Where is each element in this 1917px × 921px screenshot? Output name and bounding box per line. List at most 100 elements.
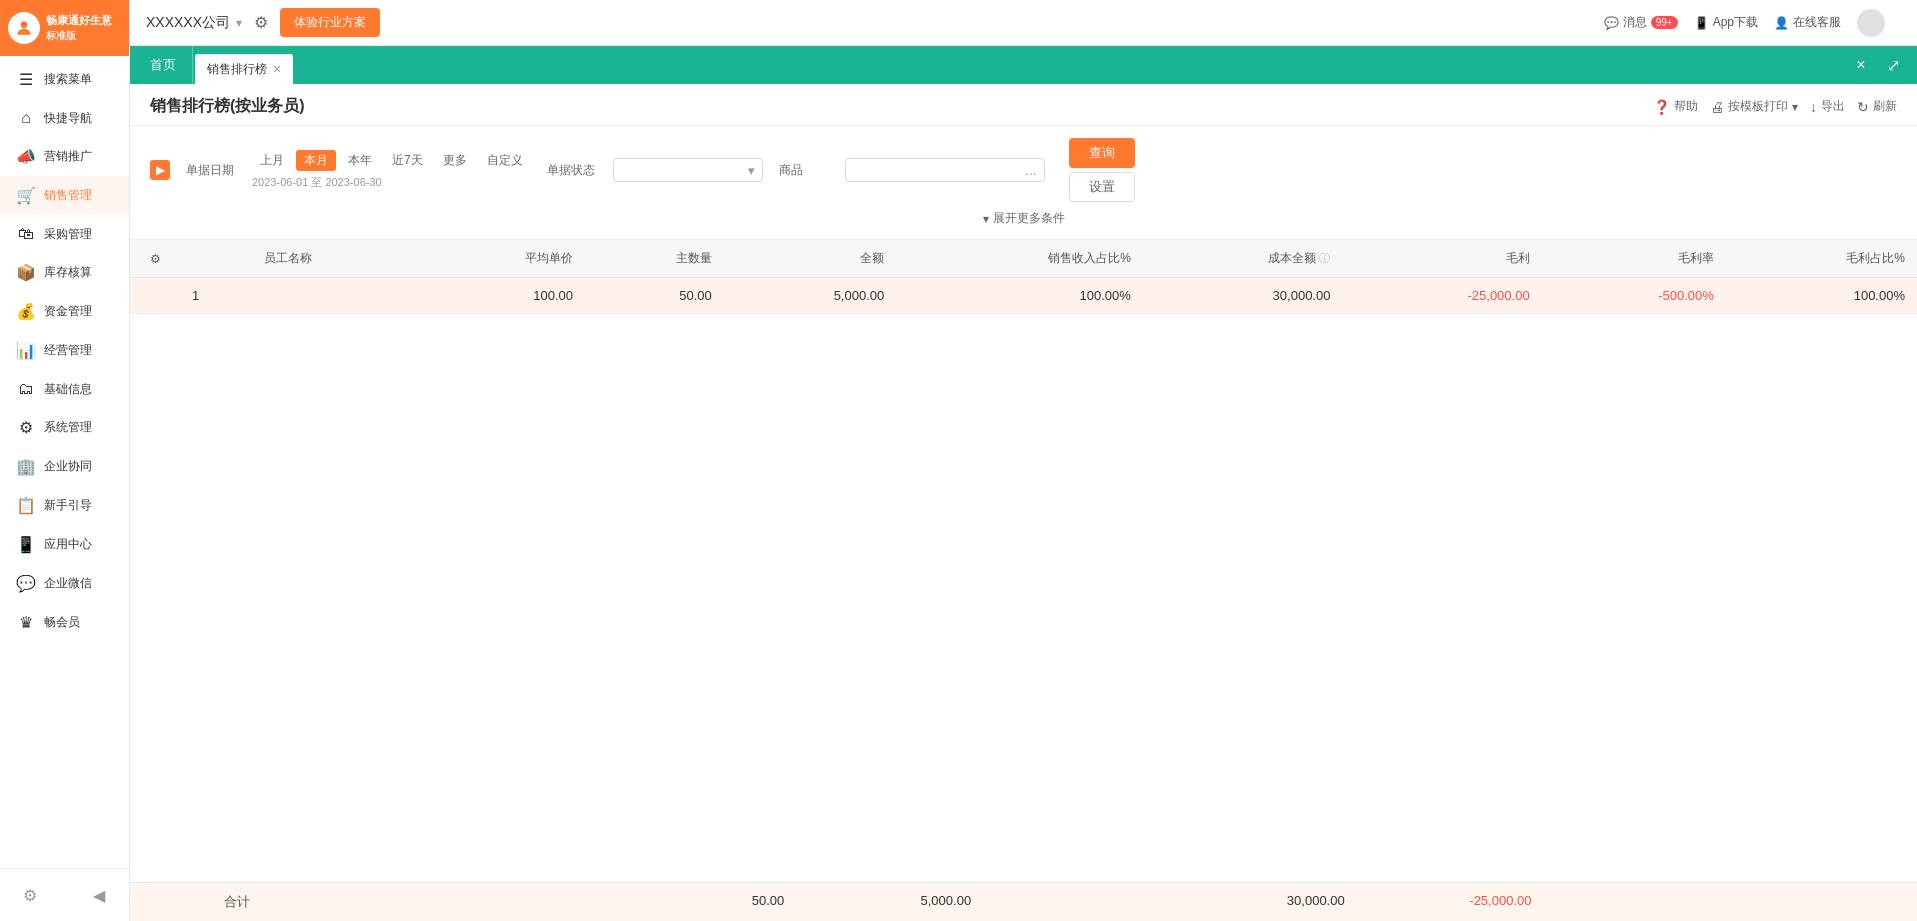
tab-sales-rank[interactable]: 销售排行榜 × xyxy=(195,54,293,84)
export-btn[interactable]: ↓ 导出 xyxy=(1810,98,1845,115)
sidebar-collapse-btn[interactable]: ◀ xyxy=(85,881,113,909)
print-btn[interactable]: 🖨 按模板打印 ▾ xyxy=(1710,98,1798,115)
cell-name xyxy=(252,278,418,314)
sidebar-settings-btn[interactable]: ⚙ xyxy=(16,881,44,909)
sidebar: 畅康通好生意 标准版 ☰ 搜索菜单 ⌂ 快捷导航 📣 营销推广 🛒 销售管理 🛍… xyxy=(0,0,130,921)
date-filter-group: 上月 本月 本年 近7天 更多 自定义 2023-06-01 至 2023-06… xyxy=(252,150,531,190)
footer-label: 合计 xyxy=(224,893,411,911)
cell-avg-price: 100.00 xyxy=(419,278,585,314)
print-dropdown-icon[interactable]: ▾ xyxy=(1792,100,1798,114)
purchase-icon: 🛍 xyxy=(16,225,36,243)
sidebar-item-guide[interactable]: 📋 新手引导 xyxy=(0,486,129,525)
settings-filter-button[interactable]: 设置 xyxy=(1069,172,1135,202)
footer-gross: -25,000.00 xyxy=(1345,893,1532,911)
tab-close-icon[interactable]: × xyxy=(273,62,281,76)
search-menu-icon: ☰ xyxy=(16,70,36,89)
cell-rank: 1 xyxy=(180,278,252,314)
marketing-icon: 📣 xyxy=(16,147,36,166)
sidebar-item-marketing[interactable]: 📣 营销推广 xyxy=(0,137,129,176)
tab-close-all-btn[interactable]: × xyxy=(1849,53,1873,77)
page-title: 销售排行榜(按业务员) xyxy=(150,96,305,117)
basic-icon: 🗂 xyxy=(16,380,36,398)
sidebar-item-appstore[interactable]: 📱 应用中心 xyxy=(0,525,129,564)
tab-expand-btn[interactable]: ⤢ xyxy=(1881,53,1905,77)
period-more-btn[interactable]: 更多 xyxy=(435,150,475,171)
period-year-btn[interactable]: 本年 xyxy=(340,150,380,171)
tab-home[interactable]: 首页 xyxy=(134,46,193,84)
company-name: XXXXXX公司 xyxy=(146,14,230,32)
table-row: 1 100.00 50.00 5,000.00 100.00% 30,000.0… xyxy=(130,278,1917,314)
sidebar-item-member[interactable]: ♛ 畅会员 xyxy=(0,603,129,642)
col-amount: 全额 xyxy=(724,240,896,278)
sales-icon: 🛒 xyxy=(16,186,36,205)
col-gross: 毛利 xyxy=(1342,240,1541,278)
app-download-btn[interactable]: 📱 App下载 xyxy=(1694,14,1758,31)
sidebar-item-basic[interactable]: 🗂 基础信息 xyxy=(0,370,129,408)
footer-main-qty: 50.00 xyxy=(598,893,785,911)
trial-button[interactable]: 体验行业方案 xyxy=(280,8,380,37)
tab-bar: 首页 销售排行榜 × × ⤢ xyxy=(130,46,1917,84)
col-cost-amount: 成本全额 ⓘ xyxy=(1143,240,1343,278)
sidebar-item-shortcut[interactable]: ⌂ 快捷导航 xyxy=(0,99,129,137)
management-icon: 📊 xyxy=(16,341,36,360)
cell-settings xyxy=(130,278,180,314)
download-icon: 📱 xyxy=(1694,16,1709,30)
sidebar-item-wechat[interactable]: 💬 企业微信 xyxy=(0,564,129,603)
guide-icon: 📋 xyxy=(16,496,36,515)
col-avg-price: 平均单价 xyxy=(419,240,585,278)
message-label: 消息 xyxy=(1623,14,1647,31)
col-sales-pct: 销售收入占比% xyxy=(896,240,1143,278)
cell-gross-pct: 100.00% xyxy=(1726,278,1917,314)
sidebar-item-management[interactable]: 📊 经营管理 xyxy=(0,331,129,370)
col-rank xyxy=(180,240,252,278)
cell-gross-rate: -500.00% xyxy=(1542,278,1726,314)
help-btn[interactable]: ❓ 帮助 xyxy=(1653,98,1698,115)
page-header-actions: ❓ 帮助 🖨 按模板打印 ▾ ↓ 导出 ↻ 刷新 xyxy=(1653,98,1897,115)
expand-toggle-btn[interactable]: ▶ xyxy=(150,160,170,180)
sidebar-item-search[interactable]: ☰ 搜索菜单 xyxy=(0,60,129,99)
col-settings[interactable]: ⚙ xyxy=(130,240,180,278)
query-button[interactable]: 查询 xyxy=(1069,138,1135,168)
capital-icon: 💰 xyxy=(16,302,36,321)
sidebar-item-capital[interactable]: 💰 资金管理 xyxy=(0,292,129,331)
footer-gross-rate xyxy=(1531,893,1718,911)
home-icon: ⌂ xyxy=(16,109,36,127)
page-content: 销售排行榜(按业务员) ❓ 帮助 🖨 按模板打印 ▾ ↓ 导出 xyxy=(130,84,1917,921)
sidebar-item-sales[interactable]: 🛒 销售管理 xyxy=(0,176,129,215)
footer-amount: 5,000.00 xyxy=(784,893,971,911)
refresh-btn[interactable]: ↻ 刷新 xyxy=(1857,98,1897,115)
filter-area: ▶ 单据日期 上月 本月 本年 近7天 更多 自定义 2023-06-01 至 … xyxy=(130,126,1917,240)
main-area: XXXXXX公司 ▾ ⚙ 体验行业方案 💬 消息 99+ 📱 App下载 👤 在… xyxy=(130,0,1917,921)
col-name: 员工名称 xyxy=(252,240,418,278)
refresh-icon: ↻ xyxy=(1857,99,1869,115)
filter-expand-btn[interactable]: ▾ 展开更多条件 xyxy=(150,210,1897,227)
user-avatar[interactable] xyxy=(1857,9,1885,37)
period-7days-btn[interactable]: 近7天 xyxy=(384,150,431,171)
filter-actions: 查询 设置 xyxy=(1069,138,1135,202)
col-gross-rate: 毛利率 xyxy=(1542,240,1726,278)
header-right: 💬 消息 99+ 📱 App下载 👤 在线客服 xyxy=(1604,9,1901,37)
page-header: 销售排行榜(按业务员) ❓ 帮助 🖨 按模板打印 ▾ ↓ 导出 xyxy=(130,84,1917,126)
goods-input[interactable] xyxy=(845,158,1045,182)
company-chevron: ▾ xyxy=(236,16,242,30)
sidebar-item-purchase[interactable]: 🛍 采购管理 xyxy=(0,215,129,253)
footer-avg-price xyxy=(411,893,598,911)
sidebar-item-enterprise[interactable]: 🏢 企业协同 xyxy=(0,447,129,486)
online-service-btn[interactable]: 👤 在线客服 xyxy=(1774,14,1841,31)
sidebar-item-inventory[interactable]: 📦 库存核算 xyxy=(0,253,129,292)
period-current-btn[interactable]: 本月 xyxy=(296,150,336,171)
company-selector[interactable]: XXXXXX公司 ▾ xyxy=(146,14,242,32)
status-select[interactable] xyxy=(613,158,763,182)
logo-icon xyxy=(8,12,40,44)
goods-label: 商品 xyxy=(779,162,829,179)
period-custom-btn[interactable]: 自定义 xyxy=(479,150,531,171)
header-settings-icon[interactable]: ⚙ xyxy=(254,13,268,32)
goods-input-dots[interactable]: ... xyxy=(1025,162,1037,178)
sidebar-item-system[interactable]: ⚙ 系统管理 xyxy=(0,408,129,447)
message-btn[interactable]: 💬 消息 99+ xyxy=(1604,14,1678,31)
cell-sales-pct: 100.00% xyxy=(896,278,1143,314)
date-label: 单据日期 xyxy=(186,162,236,179)
goods-input-wrap: ... xyxy=(845,158,1045,182)
period-last-btn[interactable]: 上月 xyxy=(252,150,292,171)
footer-gross-pct xyxy=(1718,893,1905,911)
